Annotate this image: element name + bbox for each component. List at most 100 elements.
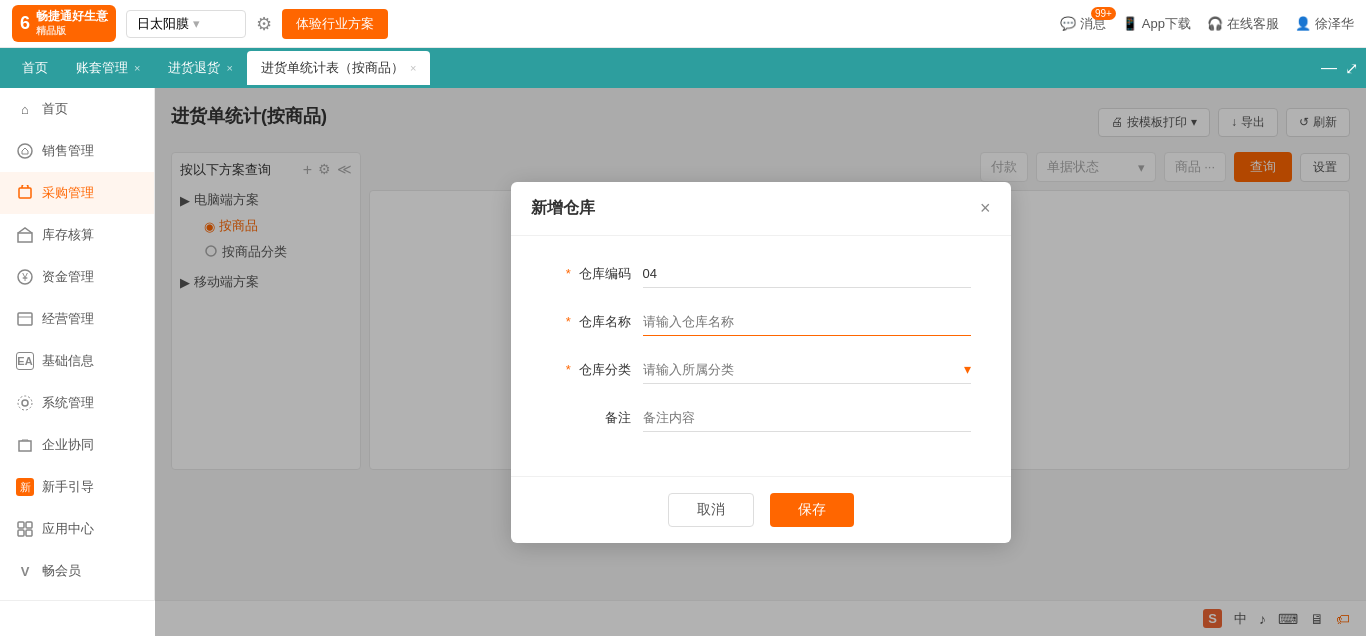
svg-rect-1 [19,188,31,198]
category-dropdown-icon: ▾ [964,361,971,377]
sidebar-item-guide-label: 新手引导 [42,478,94,496]
warehouse-code-input[interactable] [643,260,971,288]
form-label-code: * 仓库编码 [551,265,631,283]
tab-purchase-return[interactable]: 进货退货 × [154,51,246,85]
tab-purchase-stats[interactable]: 进货单统计表（按商品） × [247,51,430,85]
sidebar-item-purchase[interactable]: 采购管理 [0,172,154,214]
form-label-category: * 仓库分类 [551,361,631,379]
sidebar-item-inventory-label: 库存核算 [42,226,94,244]
main-layout: ⌂ 首页 销售管理 采购管理 库存核算 ¥ 资金管理 [0,88,1366,636]
user-avatar-icon: 👤 [1295,16,1311,31]
sidebar-item-basic[interactable]: EA 基础信息 [0,340,154,382]
store-name: 日太阳膜 [137,15,189,33]
sidebar-item-operation-label: 经营管理 [42,310,94,328]
sidebar-item-purchase-label: 采购管理 [42,184,94,202]
tab-purchase-return-close-icon[interactable]: × [226,62,232,74]
sidebar-item-sales-label: 销售管理 [42,142,94,160]
tab-accounts[interactable]: 账套管理 × [62,51,154,85]
tab-accounts-close-icon[interactable]: × [134,62,140,74]
messages-button[interactable]: 💬 消息 99+ [1060,15,1106,33]
sidebar: ⌂ 首页 销售管理 采购管理 库存核算 ¥ 资金管理 [0,88,155,636]
sales-icon [16,142,34,160]
app-center-icon [16,520,34,538]
sidebar-item-sales[interactable]: 销售管理 [0,130,154,172]
tab-home[interactable]: 首页 [8,51,62,85]
sidebar-item-home-label: 首页 [42,100,68,118]
home-icon: ⌂ [16,100,34,118]
svg-rect-13 [26,530,32,536]
tab-expand-icon[interactable]: ⤢ [1345,59,1358,78]
svg-rect-9 [19,441,31,451]
member-icon: V [16,562,34,580]
warehouse-remark-input[interactable] [643,404,971,432]
tabbar: 首页 账套管理 × 进货退货 × 进货单统计表（按商品） × — ⤢ [0,48,1366,88]
cancel-button[interactable]: 取消 [668,493,754,527]
purchase-icon [16,184,34,202]
sidebar-item-app-center[interactable]: 应用中心 [0,508,154,550]
warehouse-category-select[interactable]: ▾ [643,356,971,384]
sidebar-item-basic-label: 基础信息 [42,352,94,370]
messages-badge: 99+ [1091,7,1116,20]
sidebar-item-home[interactable]: ⌂ 首页 [0,88,154,130]
sidebar-item-enterprise-label: 企业协同 [42,436,94,454]
sidebar-item-finance-label: 资金管理 [42,268,94,286]
svg-point-7 [22,400,28,406]
logo-icon: 6 [20,13,30,34]
online-service-button[interactable]: 🎧 在线客服 [1207,15,1279,33]
app-download-button[interactable]: 📱 App下载 [1122,15,1191,33]
system-icon [16,394,34,412]
tab-purchase-stats-close-icon[interactable]: × [410,62,416,74]
content-area: 进货单统计(按商品) 🖨 按模板打印 ▾ ↓ 导出 ↺ 刷新 [155,88,1366,636]
sidebar-item-operation[interactable]: 经营管理 [0,298,154,340]
logo-sub: 精品版 [36,24,108,38]
settings-icon[interactable]: ⚙ [256,13,272,35]
form-row-code: * 仓库编码 [551,260,971,288]
required-icon-code: * [566,266,571,281]
store-selector[interactable]: 日太阳膜 ▾ [126,10,246,38]
operation-icon [16,310,34,328]
inventory-icon [16,226,34,244]
modal-close-icon[interactable]: × [980,198,991,219]
sidebar-item-finance[interactable]: ¥ 资金管理 [0,256,154,298]
form-label-name: * 仓库名称 [551,313,631,331]
sidebar-item-system-label: 系统管理 [42,394,94,412]
modal-new-warehouse: 新增仓库 × * 仓库编码 * [511,182,1011,543]
svg-rect-2 [18,233,32,242]
tab-accounts-label: 账套管理 [76,59,128,77]
dropdown-arrow-icon: ▾ [193,16,200,31]
app-download-label: App下载 [1142,15,1191,33]
tab-home-label: 首页 [22,59,48,77]
modal-overlay: 新增仓库 × * 仓库编码 * [155,88,1366,636]
modal-title: 新增仓库 [531,198,595,219]
logo-text: 畅捷通好生意 [36,9,108,23]
sidebar-item-enterprise[interactable]: 企业协同 [0,424,154,466]
sidebar-item-inventory[interactable]: 库存核算 [0,214,154,256]
sidebar-item-member[interactable]: V 畅会员 [0,550,154,592]
warehouse-name-input[interactable] [643,308,971,336]
form-label-remark: 备注 [551,409,631,427]
warehouse-category-input[interactable] [643,356,964,383]
modal-body: * 仓库编码 * 仓库名称 [511,236,1011,476]
online-service-label: 在线客服 [1227,15,1279,33]
sidebar-item-guide[interactable]: 新 新手引导 [0,466,154,508]
modal-header: 新增仓库 × [511,182,1011,236]
app-logo: 6 畅捷通好生意 精品版 [12,5,116,41]
message-icon: 💬 [1060,16,1076,31]
svg-point-8 [18,396,32,410]
tab-purchase-return-label: 进货退货 [168,59,220,77]
svg-rect-10 [18,522,24,528]
svg-text:¥: ¥ [21,272,28,283]
user-menu[interactable]: 👤 徐泽华 [1295,15,1354,33]
sidebar-item-system[interactable]: 系统管理 [0,382,154,424]
required-icon-name: * [566,314,571,329]
tab-minimize-icon[interactable]: — [1321,59,1337,78]
modal-footer: 取消 保存 [511,476,1011,543]
topbar: 6 畅捷通好生意 精品版 日太阳膜 ▾ ⚙ 体验行业方案 💬 消息 99+ 📱 … [0,0,1366,48]
save-button[interactable]: 保存 [770,493,854,527]
basic-icon: EA [16,352,34,370]
svg-rect-5 [18,313,32,325]
trial-button[interactable]: 体验行业方案 [282,9,388,39]
sidebar-item-app-center-label: 应用中心 [42,520,94,538]
svg-point-0 [18,144,32,158]
form-row-name: * 仓库名称 [551,308,971,336]
